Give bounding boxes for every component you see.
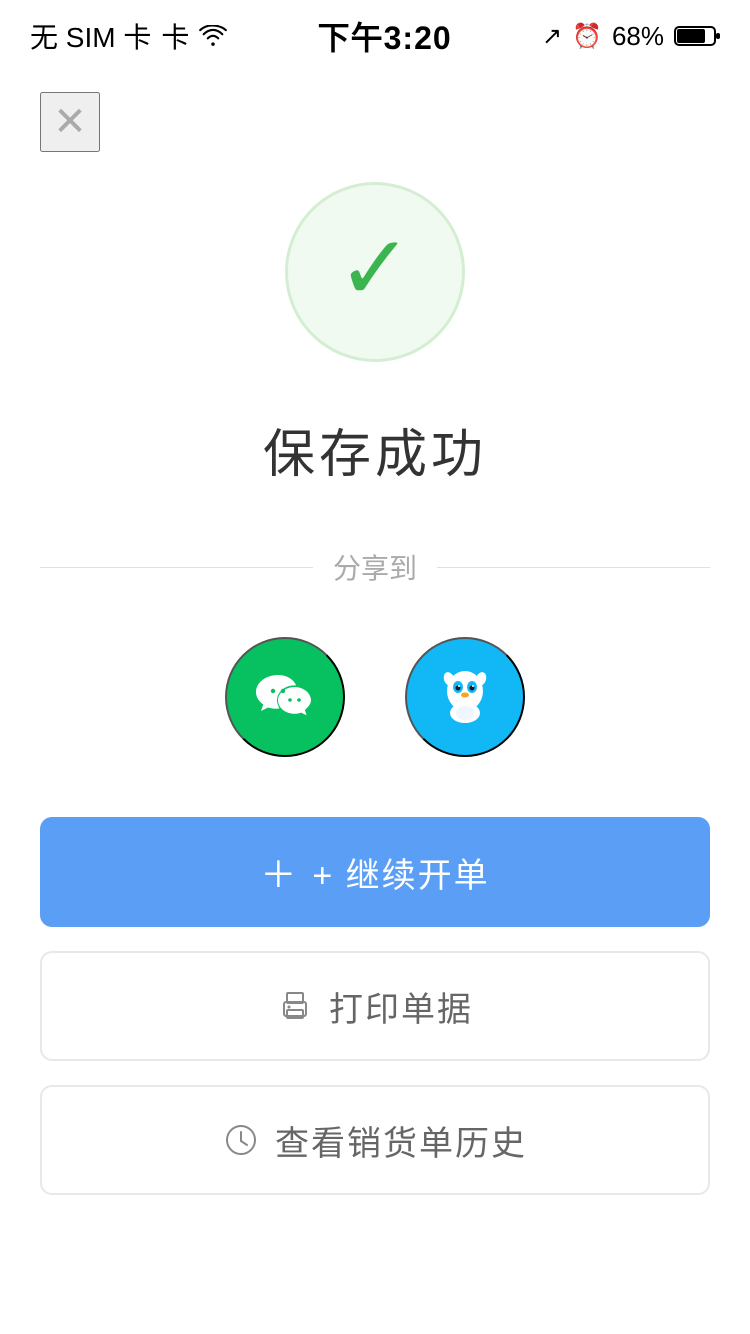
status-left: 无 SIM 卡 卡 (30, 16, 227, 56)
success-title: 保存成功 (263, 412, 487, 487)
continue-icon: ＋ (260, 846, 296, 898)
success-icon-circle: ✓ (285, 182, 465, 362)
print-label: 打印单据 (329, 982, 473, 1031)
history-button[interactable]: 查看销货单历史 (40, 1085, 710, 1195)
print-button[interactable]: 打印单据 (40, 951, 710, 1061)
close-icon: ✕ (53, 102, 87, 142)
share-section: 分享到 (40, 547, 710, 757)
action-buttons: ＋ + 继续开单 打印单据 查看销货单历史 (40, 817, 710, 1195)
wechat-icon (250, 667, 320, 727)
status-right: ↗ ⏰ 68% (542, 21, 720, 52)
main-content: ✕ ✓ 保存成功 分享到 (0, 72, 750, 1334)
location-icon: ↗ (542, 22, 562, 51)
battery-percent: 68% (612, 21, 664, 52)
continue-label: + 继续开单 (312, 848, 489, 897)
sim-label: 卡 (161, 16, 189, 56)
carrier-label: 无 SIM 卡 (30, 16, 151, 56)
history-icon (223, 1122, 259, 1158)
checkmark-icon: ✓ (337, 224, 412, 314)
status-bar: 无 SIM 卡 卡 下午3:20 ↗ ⏰ 68% (0, 0, 750, 72)
qq-share-button[interactable] (405, 637, 525, 757)
continue-button[interactable]: ＋ + 继续开单 (40, 817, 710, 927)
battery-icon (674, 24, 720, 48)
wechat-share-button[interactable] (225, 637, 345, 757)
share-label: 分享到 (333, 547, 417, 587)
wifi-icon (199, 25, 227, 47)
share-icons (40, 637, 710, 757)
print-icon (277, 988, 313, 1024)
share-divider: 分享到 (40, 547, 710, 587)
status-time: 下午3:20 (318, 13, 452, 59)
qq-icon (433, 665, 497, 729)
divider-line-right (437, 567, 710, 568)
divider-line-left (40, 567, 313, 568)
alarm-icon: ⏰ (572, 22, 602, 51)
history-label: 查看销货单历史 (275, 1116, 527, 1165)
close-button[interactable]: ✕ (40, 92, 100, 152)
